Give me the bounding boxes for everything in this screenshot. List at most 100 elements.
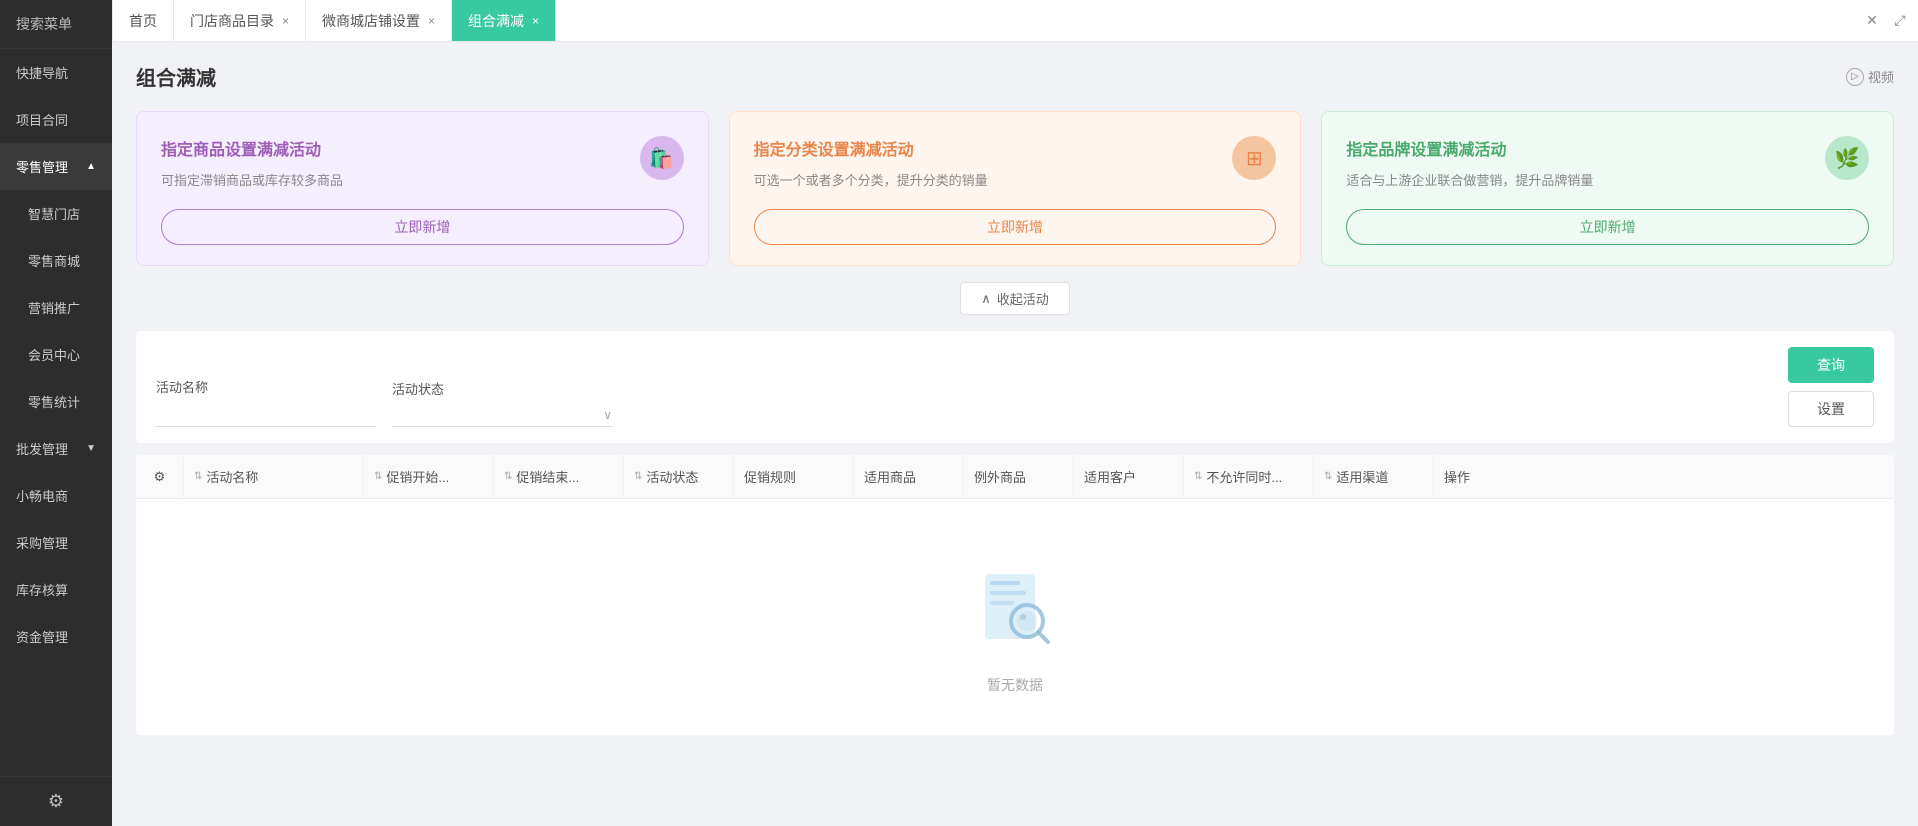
th-label: 促销开始... [386,467,449,486]
sort-icon[interactable]: ⇅ [194,471,202,482]
play-icon: ▷ [1846,68,1864,86]
search-actions: 查询 设置 [1788,347,1874,427]
sidebar-item-label: 智慧门店 [28,204,80,223]
tab-label: 微商城店铺设置 [322,11,420,31]
sidebar-item-label: 库存核算 [16,580,68,599]
close-window-button[interactable]: ✕ [1862,11,1882,31]
page-title: 组合满减 [136,62,216,91]
collapse-activity-button[interactable]: ∧ 收起活动 [960,282,1070,315]
page-content: 组合满减 ▷ 视频 指定商品设置满减活动 🛍️ 可指定滞销商品或库存较多商品 立… [112,42,1918,826]
tab-label: 门店商品目录 [190,11,274,31]
sort-icon[interactable]: ⇅ [1324,471,1332,482]
card-icon-product: 🛍️ [640,136,684,180]
activity-card-category: 指定分类设置满减活动 ⊞ 可选一个或者多个分类，提升分类的销量 立即新增 [729,111,1302,266]
tab-label: 组合满减 [468,11,524,31]
th-label: 操作 [1444,467,1470,486]
chevron-down-icon: ▼ [86,443,96,454]
th-status: ⇅ 活动状态 [624,455,734,498]
sidebar-search[interactable]: 搜索菜单 [0,0,112,49]
sidebar-item-xiaochangec[interactable]: 小畅电商 [0,472,112,519]
th-except-goods: 例外商品 [964,455,1074,498]
activity-status-label: 活动状态 [392,379,612,398]
tab-home[interactable]: 首页 [112,0,174,41]
sidebar-item-membership[interactable]: 会员中心 [0,331,112,378]
sidebar-item-label: 资金管理 [16,627,68,646]
tab-close-icon[interactable]: × [428,14,435,28]
sort-icon[interactable]: ⇅ [374,471,382,482]
activity-card-product: 指定商品设置满减活动 🛍️ 可指定滞销商品或库存较多商品 立即新增 [136,111,709,266]
sidebar-item-label: 会员中心 [28,345,80,364]
sidebar-item-label: 小畅电商 [16,486,68,505]
sidebar-item-quick-nav[interactable]: 快捷导航 [0,49,112,96]
card-title-category: 指定分类设置满减活动 [754,136,1277,160]
card-desc-category: 可选一个或者多个分类，提升分类的销量 [754,170,1277,189]
sidebar-item-label: 零售统计 [28,392,80,411]
expand-window-button[interactable]: ⤢ [1890,11,1910,31]
th-label: 适用客户 [1084,467,1136,486]
table-header: ⚙ ⇅ 活动名称 ⇅ 促销开始... ⇅ 促销结束... ⇅ 活动状态 [136,455,1894,499]
th-label: 促销规则 [744,467,796,486]
main-area: 首页 门店商品目录 × 微商城店铺设置 × 组合满减 × ✕ ⤢ 组合满减 ▷ … [112,0,1918,826]
sidebar-item-smart-store[interactable]: 智慧门店 [0,190,112,237]
sidebar-item-marketing[interactable]: 营销推广 [0,284,112,331]
tab-close-icon[interactable]: × [532,14,539,28]
activity-name-label: 活动名称 [156,377,376,396]
sidebar-item-capital-mgmt[interactable]: 资金管理 [0,613,112,660]
sidebar-item-label: 快捷导航 [16,63,68,82]
th-label: 例外商品 [974,467,1026,486]
chevron-up-icon: ▲ [86,161,96,172]
activity-cards: 指定商品设置满减活动 🛍️ 可指定滞销商品或库存较多商品 立即新增 指定分类设置… [136,111,1894,266]
tab-combo-discount[interactable]: 组合满减 × [452,0,556,41]
th-gear[interactable]: ⚙ [136,457,184,497]
th-label: 不允许同时... [1206,467,1282,486]
sidebar-item-retail-stats[interactable]: 零售统计 [0,378,112,425]
add-category-discount-button[interactable]: 立即新增 [754,209,1277,245]
sidebar-item-wholesale-mgmt[interactable]: 批发管理 ▼ [0,425,112,472]
card-title-brand: 指定品牌设置满减活动 [1346,136,1869,160]
add-product-discount-button[interactable]: 立即新增 [161,209,684,245]
table-container: ⚙ ⇅ 活动名称 ⇅ 促销开始... ⇅ 促销结束... ⇅ 活动状态 [136,455,1894,735]
gear-icon[interactable]: ⚙ [48,791,64,811]
th-customer: 适用客户 [1074,455,1184,498]
sidebar-item-retail-mgmt[interactable]: 零售管理 ▲ [0,143,112,190]
th-label: 促销结束... [516,467,579,486]
collapse-label: 收起活动 [997,289,1049,308]
empty-icon [965,559,1065,659]
tab-bar: 首页 门店商品目录 × 微商城店铺设置 × 组合满减 × ✕ ⤢ [112,0,1918,42]
add-brand-discount-button[interactable]: 立即新增 [1346,209,1869,245]
th-channel: ⇅ 适用渠道 [1314,455,1434,498]
th-activity-name: ⇅ 活动名称 [184,455,364,498]
empty-state: 暂无数据 [136,499,1894,735]
th-label: 活动名称 [206,467,258,486]
sidebar-item-label: 项目合同 [16,110,68,129]
sidebar-item-retail-mall[interactable]: 零售商城 [0,237,112,284]
video-link[interactable]: ▷ 视频 [1846,67,1894,86]
sidebar-item-project-contract[interactable]: 项目合同 [0,96,112,143]
sidebar-item-label: 营销推广 [28,298,80,317]
activity-name-input[interactable] [156,402,376,427]
card-icon-brand: 🌿 [1825,136,1869,180]
collapse-bar: ∧ 收起活动 [136,282,1894,315]
tab-label: 首页 [129,11,157,31]
card-title-product: 指定商品设置满减活动 [161,136,684,160]
tab-wechat-store-settings[interactable]: 微商城店铺设置 × [306,0,452,41]
sidebar: 搜索菜单 快捷导航 项目合同 零售管理 ▲ 智慧门店 零售商城 营销推广 会员中… [0,0,112,826]
sidebar-item-inventory-calc[interactable]: 库存核算 [0,566,112,613]
search-bar: 活动名称 活动状态 ∨ 查询 设置 [136,331,1894,443]
th-rule: 促销规则 [734,455,854,498]
sidebar-item-label: 批发管理 [16,439,68,458]
chevron-down-icon: ∨ [603,408,612,422]
empty-text: 暂无数据 [136,675,1894,695]
sort-icon[interactable]: ⇅ [504,471,512,482]
sidebar-item-label: 采购管理 [16,533,68,552]
settings-button[interactable]: 设置 [1788,391,1874,427]
th-promo-end: ⇅ 促销结束... [494,455,624,498]
activity-status-select[interactable]: ∨ [392,404,612,427]
tab-store-catalog[interactable]: 门店商品目录 × [174,0,306,41]
sort-icon[interactable]: ⇅ [1194,471,1202,482]
sort-icon[interactable]: ⇅ [634,471,642,482]
query-button[interactable]: 查询 [1788,347,1874,383]
page-header: 组合满减 ▷ 视频 [136,62,1894,91]
tab-close-icon[interactable]: × [282,14,289,28]
sidebar-item-purchase-mgmt[interactable]: 采购管理 [0,519,112,566]
